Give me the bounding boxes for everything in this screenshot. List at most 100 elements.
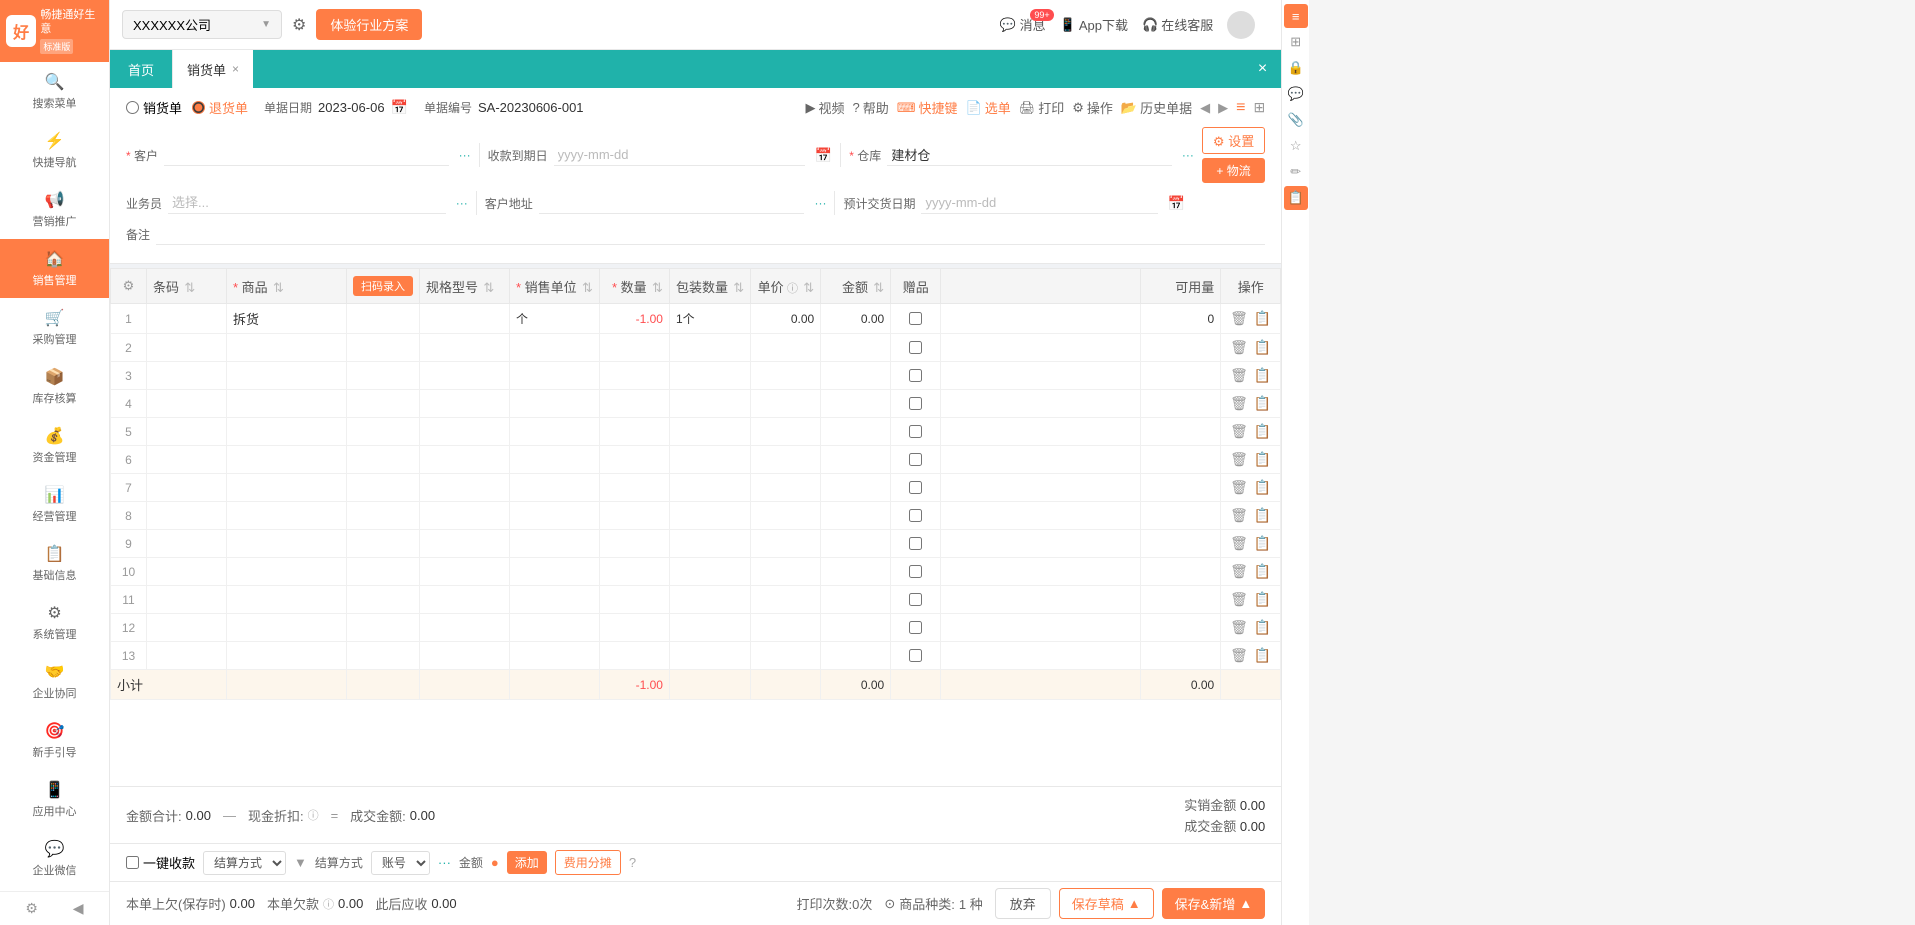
sidebar-item-basic[interactable]: 📋 基础信息 xyxy=(0,534,109,593)
return-radio-input[interactable] xyxy=(192,101,205,114)
row-qty[interactable] xyxy=(599,586,669,614)
row-gift[interactable] xyxy=(891,474,941,502)
sidebar-item-search[interactable]: 🔍 搜索菜单 xyxy=(0,62,109,121)
row-price[interactable] xyxy=(751,390,821,418)
collapse-btn[interactable]: ◀ xyxy=(73,900,84,917)
delete-icon[interactable]: 🗑 xyxy=(1230,479,1248,496)
scan-btn[interactable]: 扫码录入 xyxy=(353,276,413,296)
customer-addr-input[interactable] xyxy=(539,192,805,214)
due-date-input[interactable] xyxy=(554,144,805,166)
row-price[interactable] xyxy=(751,446,821,474)
one-click-payment-check[interactable]: 一键收款 xyxy=(126,853,195,872)
row-barcode[interactable] xyxy=(147,334,227,362)
row-spec[interactable] xyxy=(420,614,510,642)
sidebar-item-quicknav[interactable]: ⚡ 快捷导航 xyxy=(0,121,109,180)
ops-btn[interactable]: ⚙ 操作 xyxy=(1072,98,1113,117)
row-qty[interactable] xyxy=(599,558,669,586)
copy-icon[interactable]: 📋 xyxy=(1254,310,1271,327)
row-barcode[interactable] xyxy=(147,362,227,390)
customer-dots-btn[interactable]: ··· xyxy=(459,148,471,162)
row-gift[interactable] xyxy=(891,446,941,474)
sidebar-item-inventory[interactable]: 📦 库存核算 xyxy=(0,357,109,416)
sort-icon[interactable]: ⇅ xyxy=(873,280,884,295)
sidebar-item-sales[interactable]: 🏠 销售管理 xyxy=(0,239,109,298)
right-panel-grid-view[interactable]: ⊞ xyxy=(1284,30,1308,54)
delete-icon[interactable]: 🗑 xyxy=(1230,563,1248,580)
row-price[interactable] xyxy=(751,418,821,446)
row-spec[interactable] xyxy=(420,362,510,390)
row-qty[interactable] xyxy=(599,362,669,390)
sidebar-item-collab[interactable]: 🤝 企业协同 xyxy=(0,652,109,711)
row-product[interactable] xyxy=(227,586,347,614)
sidebar-item-guide[interactable]: 🎯 新手引导 xyxy=(0,711,109,770)
delete-icon[interactable]: 🗑 xyxy=(1230,395,1248,412)
delete-icon[interactable]: 🗑 xyxy=(1230,423,1248,440)
row-spec[interactable] xyxy=(420,390,510,418)
topbar-gear-icon[interactable]: ⚙ xyxy=(292,15,306,35)
payment-help-icon[interactable]: ? xyxy=(629,855,636,870)
row-product[interactable] xyxy=(227,390,347,418)
sidebar-item-wechat[interactable]: 💬 企业微信 xyxy=(0,829,109,888)
row-spec[interactable] xyxy=(420,502,510,530)
row-product[interactable] xyxy=(227,334,347,362)
video-btn[interactable]: ▶ 视频 xyxy=(805,98,844,117)
settings-btn[interactable]: ⚙ 设置 xyxy=(1202,127,1265,154)
copy-icon[interactable]: 📋 xyxy=(1254,591,1271,608)
return-type-radio[interactable]: 退货单 xyxy=(192,98,248,117)
right-panel-attachment[interactable]: 📎 xyxy=(1284,108,1308,132)
row-spec[interactable] xyxy=(420,586,510,614)
sales-order-tab[interactable]: 销货单 × xyxy=(172,50,253,88)
delete-icon[interactable]: 🗑 xyxy=(1230,310,1248,327)
add-circle-icon[interactable]: ● xyxy=(491,855,499,870)
sort-icon[interactable]: ⇅ xyxy=(582,280,593,295)
row-spec[interactable] xyxy=(420,334,510,362)
row-barcode[interactable] xyxy=(147,614,227,642)
row-product[interactable]: 拆货 xyxy=(227,304,347,334)
warehouse-dots-btn[interactable]: ··· xyxy=(1182,148,1194,162)
sidebar-item-system[interactable]: ⚙ 系统管理 xyxy=(0,593,109,652)
row-price[interactable] xyxy=(751,474,821,502)
row-gift[interactable] xyxy=(891,304,941,334)
sidebar-item-appstore[interactable]: 📱 应用中心 xyxy=(0,770,109,829)
delete-icon[interactable]: 🗑 xyxy=(1230,591,1248,608)
row-qty[interactable] xyxy=(599,614,669,642)
payment-method-select[interactable]: 结算方式 xyxy=(203,851,286,875)
payment-dots-btn[interactable]: ··· xyxy=(438,855,451,870)
discount-info-icon[interactable]: ⓘ xyxy=(308,807,319,823)
expected-date-cal-icon[interactable]: 📅 xyxy=(1168,195,1185,212)
th-settings[interactable]: ⚙ xyxy=(111,269,147,304)
sidebar-item-marketing[interactable]: 📢 营销推广 xyxy=(0,180,109,239)
note-input[interactable] xyxy=(156,223,1265,245)
warehouse-input[interactable] xyxy=(887,144,1172,166)
row-spec[interactable] xyxy=(420,642,510,670)
row-price[interactable] xyxy=(751,586,821,614)
row-barcode[interactable] xyxy=(147,502,227,530)
sort-icon[interactable]: ⇅ xyxy=(652,280,663,295)
row-price[interactable] xyxy=(751,558,821,586)
row-qty[interactable] xyxy=(599,530,669,558)
row-product[interactable] xyxy=(227,502,347,530)
right-panel-orange-action[interactable]: 📋 xyxy=(1284,186,1308,210)
trial-btn[interactable]: 体验行业方案 xyxy=(316,9,422,40)
row-barcode[interactable] xyxy=(147,642,227,670)
row-gift[interactable] xyxy=(891,418,941,446)
sale-type-radio[interactable]: 销货单 xyxy=(126,98,182,117)
copy-icon[interactable]: 📋 xyxy=(1254,619,1271,636)
delete-icon[interactable]: 🗑 xyxy=(1230,507,1248,524)
row-spec[interactable] xyxy=(420,530,510,558)
row-spec[interactable] xyxy=(420,418,510,446)
sort-icon[interactable]: ⇅ xyxy=(803,280,814,295)
row-spec[interactable] xyxy=(420,558,510,586)
choose-btn[interactable]: 📄 选单 xyxy=(966,98,1011,117)
row-qty[interactable] xyxy=(599,642,669,670)
salesperson-input[interactable] xyxy=(168,192,446,214)
row-gift[interactable] xyxy=(891,530,941,558)
customer-addr-dots-btn[interactable]: ··· xyxy=(814,196,826,210)
row-spec[interactable] xyxy=(420,304,510,334)
save-new-btn[interactable]: 保存&新增 ▲ xyxy=(1162,888,1266,919)
tabbar-close-btn[interactable]: × xyxy=(1244,60,1281,78)
online-service-btn[interactable]: 🎧 在线客服 xyxy=(1142,15,1213,34)
company-selector[interactable]: XXXXXX公司 ▼ xyxy=(122,10,282,39)
copy-icon[interactable]: 📋 xyxy=(1254,367,1271,384)
row-qty[interactable] xyxy=(599,474,669,502)
